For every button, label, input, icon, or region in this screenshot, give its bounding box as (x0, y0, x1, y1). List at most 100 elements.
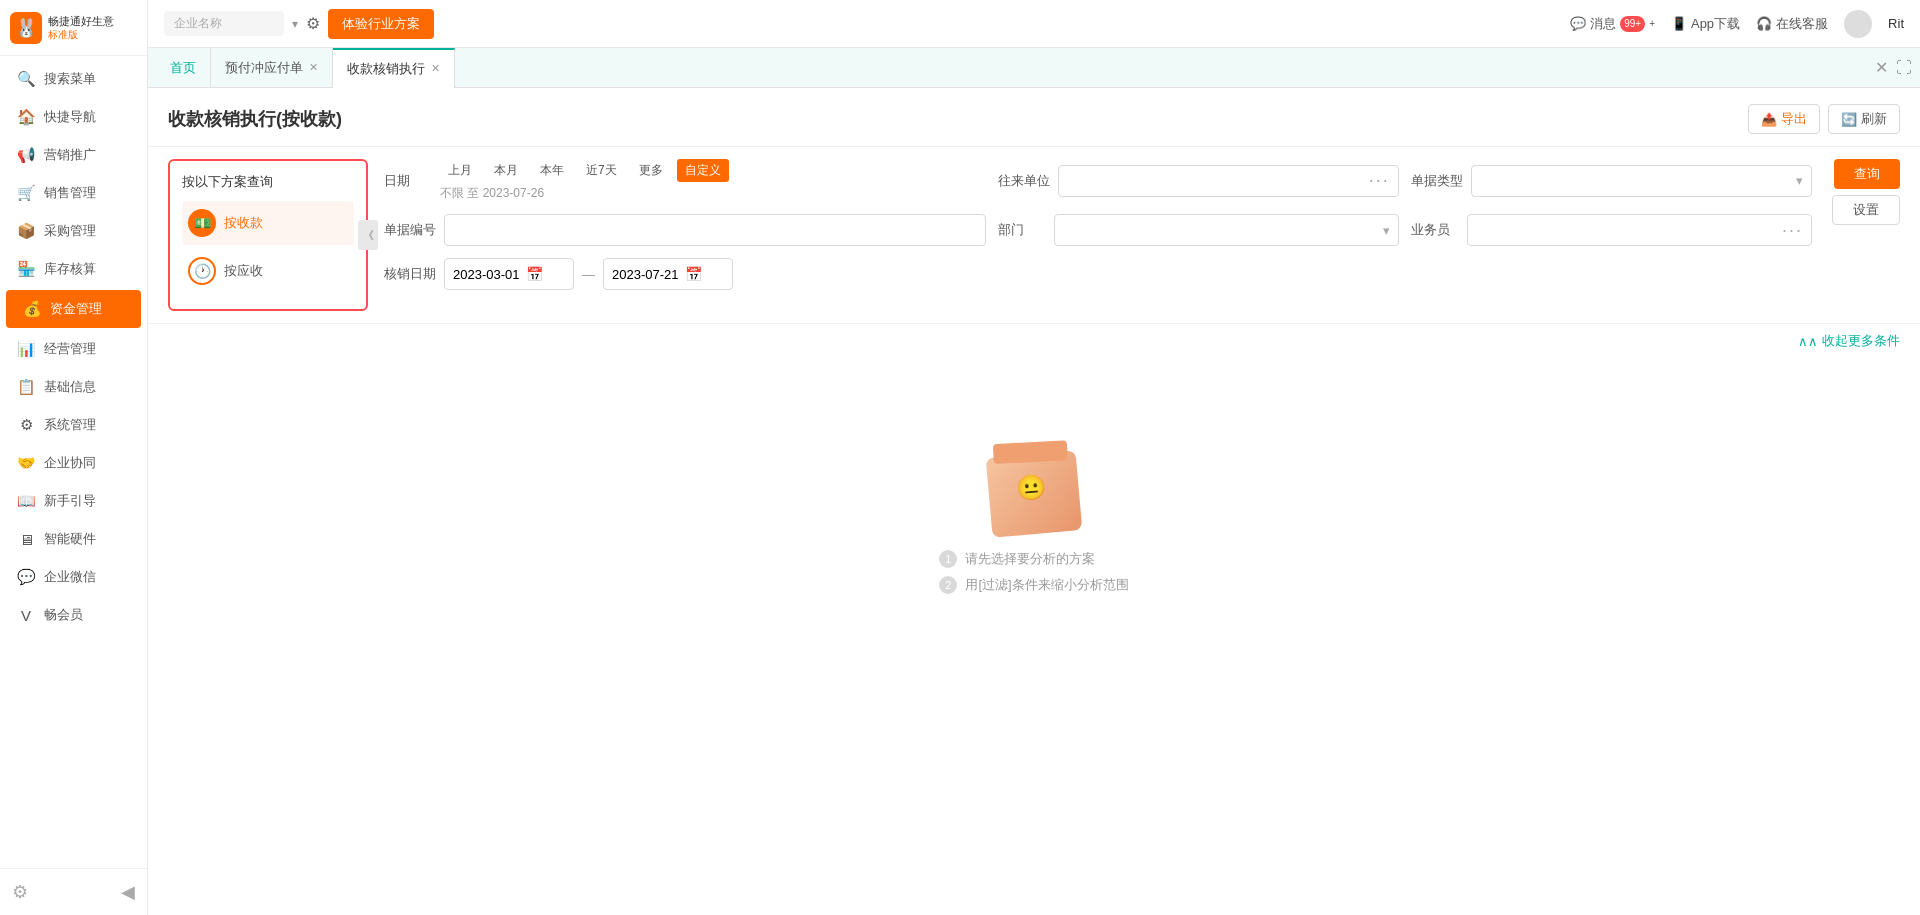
empty-box: 😐 (986, 450, 1083, 538)
sidebar-item-新手引导[interactable]: 📖 新手引导 (0, 482, 147, 520)
online-service-button[interactable]: 🎧 在线客服 (1756, 15, 1828, 33)
close-tab-icon[interactable]: ✕ (1875, 58, 1888, 77)
sidebar-item-企业协同[interactable]: 🤝 企业协同 (0, 444, 147, 482)
filter-panel: 按以下方案查询 💵 按收款 🕐 按应收 《 (148, 147, 1920, 324)
empty-tip-1: 1 请先选择要分析的方案 (939, 550, 1128, 568)
salesperson-label: 业务员 (1411, 221, 1459, 239)
salesperson-dots-icon[interactable]: ··· (1782, 220, 1803, 241)
sidebar-item-畅会员[interactable]: V 畅会员 (0, 596, 147, 634)
date-tab-last-month[interactable]: 上月 (440, 159, 480, 182)
sidebar-item-企业微信[interactable]: 💬 企业微信 (0, 558, 147, 596)
filter-receipt-label: 按收款 (224, 214, 263, 232)
nav-label-5: 库存核算 (44, 260, 96, 278)
page-header: 收款核销执行(按收款) 📤 导出 🔄 刷新 (148, 88, 1920, 147)
settings-icon[interactable]: ⚙ (12, 881, 28, 903)
date-tab-this-month[interactable]: 本月 (486, 159, 526, 182)
filter-billno-field: 单据编号 (384, 214, 986, 246)
sidebar-item-库存核算[interactable]: 🏪 库存核算 (0, 250, 147, 288)
sidebar-item-经营管理[interactable]: 📊 经营管理 (0, 330, 147, 368)
export-icon: 📤 (1761, 112, 1777, 127)
sidebar-item-搜索菜单[interactable]: 🔍 搜索菜单 (0, 60, 147, 98)
date-options-group: 上月 本月 本年 近7天 更多 自定义 不限 至 2023-07-26 (440, 159, 729, 202)
date-tab-custom[interactable]: 自定义 (677, 159, 729, 182)
nav-label-1: 快捷导航 (44, 108, 96, 126)
filter-counterpart-field: 往来单位 ··· (998, 165, 1399, 197)
sidebar-item-系统管理[interactable]: ⚙ 系统管理 (0, 406, 147, 444)
date-tab-this-year[interactable]: 本年 (532, 159, 572, 182)
filter-receivable-label: 按应收 (224, 262, 263, 280)
dept-chevron-icon: ▾ (1383, 223, 1390, 238)
sidebar-item-快捷导航[interactable]: 🏠 快捷导航 (0, 98, 147, 136)
date-tab-last-7[interactable]: 近7天 (578, 159, 625, 182)
filter-sidebar: 按以下方案查询 💵 按收款 🕐 按应收 《 (168, 159, 368, 311)
sidebar-item-营销推广[interactable]: 📢 营销推广 (0, 136, 147, 174)
cal-end-icon: 📅 (685, 266, 702, 282)
empty-face-icon: 😐 (1015, 473, 1047, 504)
sidebar-logo: 🐰 畅捷通好生意 标准版 (0, 0, 147, 56)
nav-label-7: 经营管理 (44, 340, 96, 358)
writeoff-date-start-input[interactable]: 2023-03-01 📅 (444, 258, 574, 290)
filter-writeoff-date-field: 核销日期 2023-03-01 📅 — 2023-07-21 📅 (384, 258, 1812, 290)
tabs-actions: ✕ ⛶ (1875, 58, 1912, 77)
brand-selector[interactable]: 企业名称 (164, 11, 284, 36)
tab-close-prepay[interactable]: ✕ (309, 61, 318, 74)
query-button[interactable]: 查询 (1834, 159, 1900, 189)
user-name: Rit (1888, 16, 1904, 31)
empty-tips: 1 请先选择要分析的方案 2 用[过滤]条件来缩小分析范围 (939, 550, 1128, 594)
app-download-button[interactable]: 📱 App下载 (1671, 15, 1740, 33)
filter-dept-field: 部门 ▾ (998, 214, 1399, 246)
user-avatar[interactable] (1844, 10, 1872, 38)
sidebar-item-资金管理[interactable]: 💰 资金管理 (6, 290, 141, 328)
bill-type-chevron-icon: ▾ (1796, 173, 1803, 188)
nav-icon-2: 📢 (16, 146, 36, 164)
sidebar-item-销售管理[interactable]: 🛒 销售管理 (0, 174, 147, 212)
sidebar-item-智能硬件[interactable]: 🖥 智能硬件 (0, 520, 147, 558)
message-button[interactable]: 💬 消息 99+ + (1570, 15, 1655, 33)
sidebar-item-采购管理[interactable]: 📦 采购管理 (0, 212, 147, 250)
salesperson-input[interactable]: ··· (1467, 214, 1812, 246)
tab-home[interactable]: 首页 (156, 48, 211, 88)
refresh-button[interactable]: 🔄 刷新 (1828, 104, 1900, 134)
setting-button[interactable]: 设置 (1832, 195, 1900, 225)
filter-form: 日期 上月 本月 本年 近7天 更多 自定义 不限 至 (384, 159, 1812, 311)
collapse-sidebar-icon[interactable]: ◀ (121, 881, 135, 903)
nav-icon-11: 📖 (16, 492, 36, 510)
writeoff-date-end-input[interactable]: 2023-07-21 📅 (603, 258, 733, 290)
filter-collapse-button[interactable]: 《 (358, 220, 378, 250)
counterpart-dots-icon[interactable]: ··· (1369, 170, 1390, 191)
sidebar-item-基础信息[interactable]: 📋 基础信息 (0, 368, 147, 406)
expand-tab-icon[interactable]: ⛶ (1896, 59, 1912, 77)
page-title: 收款核销执行(按收款) (168, 107, 342, 131)
counterpart-input[interactable]: ··· (1058, 165, 1399, 197)
bill-no-input[interactable] (444, 214, 986, 246)
nav-label-2: 营销推广 (44, 146, 96, 164)
service-icon: 🎧 (1756, 16, 1772, 31)
filter-receivable-icon: 🕐 (188, 257, 216, 285)
empty-illustration: 😐 (974, 434, 1094, 534)
tab-prepay[interactable]: 预付冲应付单 ✕ (211, 48, 333, 88)
topbar: 企业名称 ▾ ⚙ 体验行业方案 💬 消息 99+ + 📱 App下载 🎧 在线客… (148, 0, 1920, 48)
bill-type-select[interactable]: ▾ (1471, 165, 1812, 197)
solution-button[interactable]: 体验行业方案 (328, 9, 434, 39)
filter-option-by-receipt[interactable]: 💵 按收款 (182, 201, 354, 245)
dept-select[interactable]: ▾ (1054, 214, 1399, 246)
tab-close-writeoff[interactable]: ✕ (431, 62, 440, 75)
nav-label-11: 新手引导 (44, 492, 96, 510)
date-tab-more[interactable]: 更多 (631, 159, 671, 182)
collapse-chevron-icon: ∧∧ (1798, 334, 1818, 349)
filter-option-by-receivable[interactable]: 🕐 按应收 (182, 249, 354, 293)
nav-label-8: 基础信息 (44, 378, 96, 396)
counterpart-label: 往来单位 (998, 172, 1050, 190)
brand-chevron-icon[interactable]: ▾ (292, 17, 298, 31)
export-button[interactable]: 📤 导出 (1748, 104, 1820, 134)
nav-icon-4: 📦 (16, 222, 36, 240)
nav-label-3: 销售管理 (44, 184, 96, 202)
tab-writeoff[interactable]: 收款核销执行 ✕ (333, 48, 455, 88)
nav-icon-8: 📋 (16, 378, 36, 396)
collapse-more-conditions[interactable]: ∧∧ 收起更多条件 (148, 324, 1920, 354)
tabs-bar: 首页 预付冲应付单 ✕ 收款核销执行 ✕ ✕ ⛶ (148, 48, 1920, 88)
settings-gear-icon[interactable]: ⚙ (306, 14, 320, 33)
nav-label-10: 企业协同 (44, 454, 96, 472)
message-badge: 99+ (1620, 16, 1645, 32)
sidebar-navigation: 🔍 搜索菜单 🏠 快捷导航 📢 营销推广 🛒 销售管理 📦 采购管理 🏪 库存核… (0, 56, 147, 868)
